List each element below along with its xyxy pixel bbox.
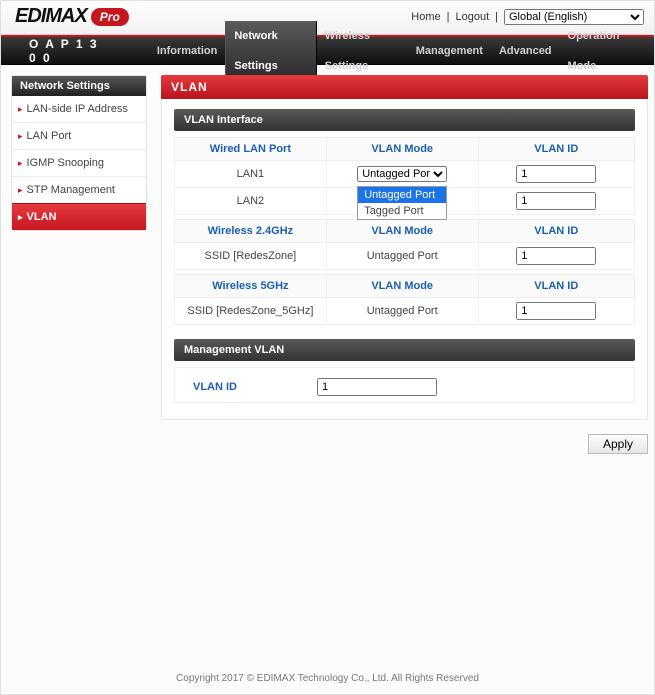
col-id: VLAN ID: [478, 275, 634, 298]
lan2-vlan-id-input[interactable]: [516, 192, 596, 210]
col-id: VLAN ID: [478, 220, 634, 243]
nav-wireless-settings[interactable]: Wireless Settings: [317, 21, 408, 81]
caret-right-icon: ▸: [18, 212, 23, 223]
col-mode: VLAN Mode: [326, 138, 478, 161]
caret-right-icon: ▸: [18, 104, 23, 115]
caret-right-icon: ▸: [18, 131, 23, 142]
sidebar-item-label: VLAN: [27, 211, 57, 223]
nav-advanced[interactable]: Advanced: [491, 36, 560, 66]
sidebar-item-lan-ip[interactable]: ▸ LAN-side IP Address: [12, 96, 146, 123]
page-title: VLAN: [161, 75, 648, 99]
logo-text: EDIMAX: [15, 5, 87, 28]
sidebar-item-label: IGMP Snooping: [27, 157, 104, 169]
sidebar-item-stp[interactable]: ▸ STP Management: [12, 177, 146, 204]
col-mode: VLAN Mode: [326, 275, 478, 298]
footer-text: Copyright 2017 © EDIMAX Technology Co., …: [1, 665, 654, 694]
dropdown-option-tagged[interactable]: Tagged Port: [358, 203, 446, 219]
sidebar-item-lan-port[interactable]: ▸ LAN Port: [12, 123, 146, 150]
ssid-24-vlan-id-input[interactable]: [516, 247, 596, 265]
sidebar-item-label: STP Management: [27, 184, 115, 196]
mgmt-vlan-id-input[interactable]: [317, 378, 437, 396]
app-window: EDIMAX Pro Home | Logout | Global (Engli…: [0, 0, 655, 695]
ssid-5-label: SSID [RedesZone_5GHz]: [175, 298, 327, 325]
wired-lan-table: Wired LAN Port VLAN Mode VLAN ID LAN1 Un…: [174, 137, 635, 215]
table-row: SSID [RedesZone_5GHz] Untagged Port: [175, 298, 635, 325]
nav-management[interactable]: Management: [408, 36, 491, 66]
ssid-24-label: SSID [RedesZone]: [175, 243, 327, 270]
caret-right-icon: ▸: [18, 185, 23, 196]
col-id: VLAN ID: [478, 138, 634, 161]
mgmt-vlan-label: VLAN ID: [193, 381, 237, 393]
main-nav: O A P 1 3 0 0 Information Network Settin…: [1, 35, 654, 65]
ssid-5-mode: Untagged Port: [326, 298, 478, 325]
table-row: LAN1 Untagged Port Untagged Port Tagged …: [175, 161, 635, 188]
ssid-24-mode: Untagged Port: [326, 243, 478, 270]
table-row: SSID [RedesZone] Untagged Port: [175, 243, 635, 270]
nav-network-settings[interactable]: Network Settings: [225, 21, 316, 81]
lan2-label: LAN2: [175, 188, 327, 215]
ssid-5-vlan-id-input[interactable]: [516, 302, 596, 320]
lan1-mode-dropdown: Untagged Port Tagged Port: [357, 186, 447, 220]
logo: EDIMAX Pro: [15, 5, 129, 28]
content-area: Network Settings ▸ LAN-side IP Address ▸…: [1, 65, 654, 665]
wireless-24-table: Wireless 2.4GHz VLAN Mode VLAN ID SSID […: [174, 219, 635, 270]
home-link[interactable]: Home: [411, 11, 440, 23]
lan1-mode-select-wrap: Untagged Port Untagged Port Tagged Port: [357, 166, 447, 182]
sidebar-item-label: LAN-side IP Address: [27, 103, 128, 115]
lan1-mode-select[interactable]: Untagged Port: [357, 166, 447, 182]
apply-button[interactable]: Apply: [588, 434, 648, 454]
sidebar: Network Settings ▸ LAN-side IP Address ▸…: [11, 75, 147, 231]
col-mode: VLAN Mode: [326, 220, 478, 243]
panel: VLAN Interface Wired LAN Port VLAN Mode …: [161, 99, 648, 420]
main-panel: VLAN VLAN Interface Wired LAN Port VLAN …: [161, 75, 648, 655]
nav-information[interactable]: Information: [149, 36, 226, 66]
sidebar-item-label: LAN Port: [27, 130, 72, 142]
mgmt-vlan-row: VLAN ID: [174, 367, 635, 403]
logo-pro-badge: Pro: [91, 8, 129, 26]
model-label: O A P 1 3 0 0: [29, 37, 109, 65]
section-vlan-interface: VLAN Interface: [174, 109, 635, 131]
sidebar-item-igmp[interactable]: ▸ IGMP Snooping: [12, 150, 146, 177]
lan1-label: LAN1: [175, 161, 327, 188]
section-management-vlan: Management VLAN: [174, 339, 635, 361]
sidebar-item-vlan[interactable]: ▸ VLAN: [11, 203, 147, 231]
dropdown-option-untagged[interactable]: Untagged Port: [358, 187, 446, 203]
caret-right-icon: ▸: [18, 158, 23, 169]
apply-row: Apply: [161, 434, 648, 454]
wireless-5-table: Wireless 5GHz VLAN Mode VLAN ID SSID [Re…: [174, 274, 635, 325]
col-w24: Wireless 2.4GHz: [175, 220, 327, 243]
sidebar-title: Network Settings: [12, 76, 146, 96]
col-w5: Wireless 5GHz: [175, 275, 327, 298]
nav-operation-mode[interactable]: Operation Mode: [560, 21, 644, 81]
lan1-vlan-id-input[interactable]: [516, 165, 596, 183]
col-wired: Wired LAN Port: [175, 138, 327, 161]
logout-link[interactable]: Logout: [455, 11, 489, 23]
